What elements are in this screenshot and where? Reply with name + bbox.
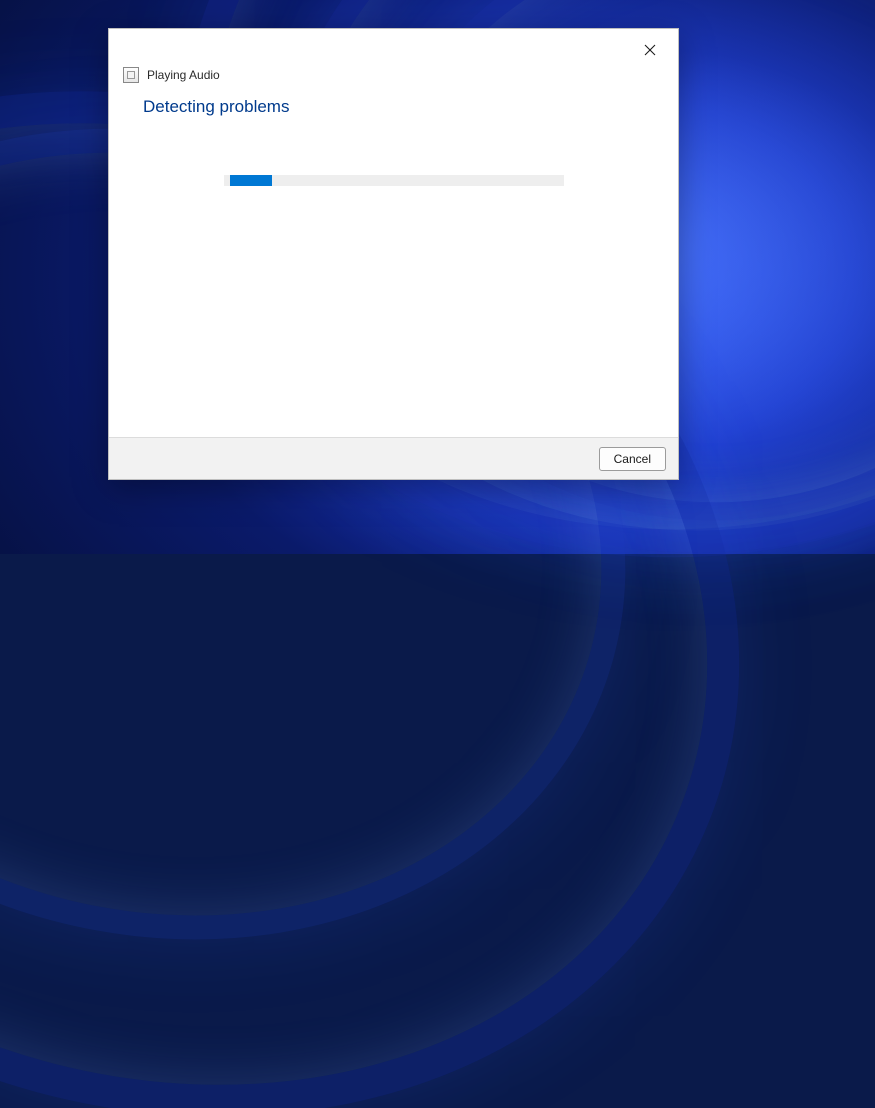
troubleshooter-dialog: Playing Audio Detecting problems Cancel bbox=[108, 28, 679, 480]
cancel-button[interactable]: Cancel bbox=[599, 447, 666, 471]
progress-bar bbox=[224, 175, 564, 186]
dialog-footer: Cancel bbox=[109, 437, 678, 479]
status-heading: Detecting problems bbox=[143, 97, 644, 117]
close-button[interactable] bbox=[628, 35, 672, 65]
dialog-body: Detecting problems bbox=[109, 89, 678, 437]
troubleshooter-icon bbox=[123, 67, 139, 83]
progress-fill bbox=[230, 175, 272, 186]
dialog-titlebar bbox=[109, 29, 678, 67]
dialog-title: Playing Audio bbox=[147, 68, 220, 82]
close-icon bbox=[644, 44, 656, 56]
dialog-header: Playing Audio bbox=[109, 67, 678, 89]
